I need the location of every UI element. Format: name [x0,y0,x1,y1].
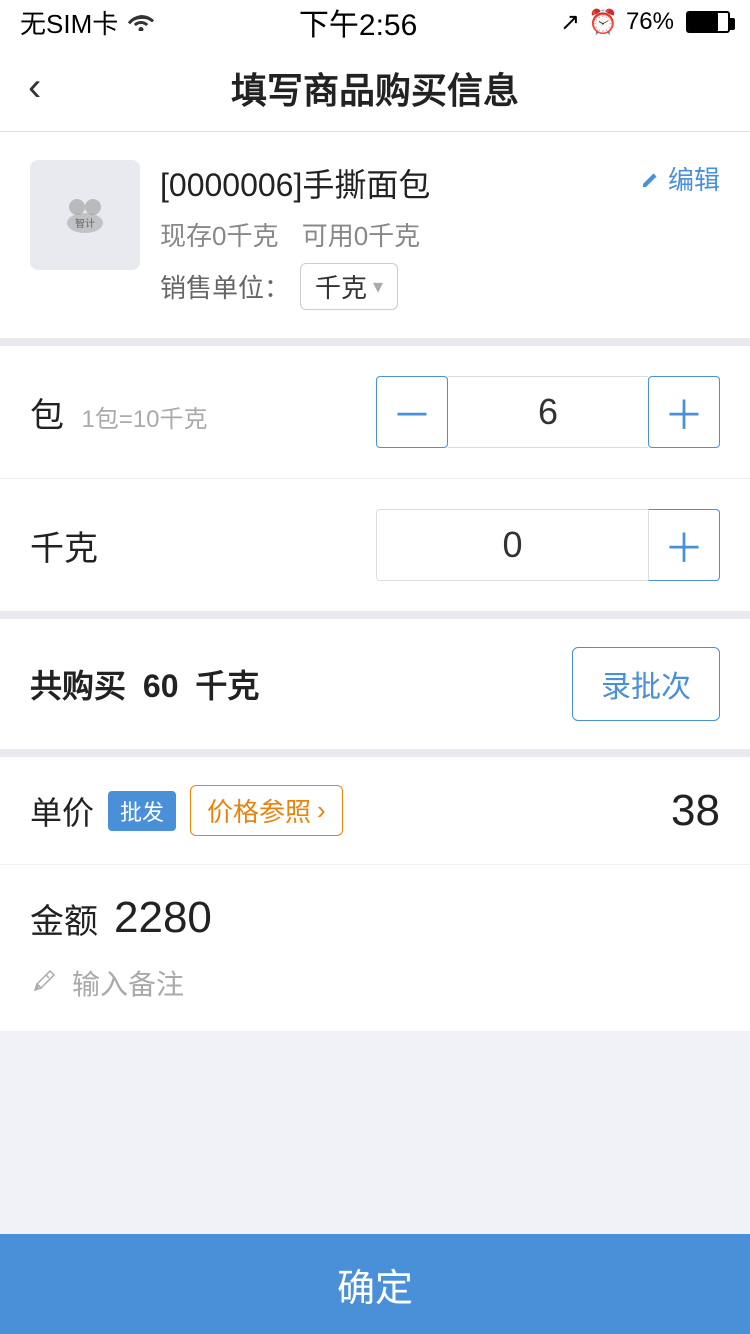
summary-section: 共购买 60 千克 录批次 [0,619,750,757]
quantity-section: 包 1包=10千克 － ＋ 千克 ＋ [0,346,750,619]
summary-text: 共购买 60 千克 [30,661,259,707]
wifi-icon [126,7,156,38]
product-card: 智计 [0000006]手撕面包 编辑 现存0千克 可用0千克 销售单位： 千克… [0,132,750,346]
product-name: [0000006]手撕面包 [160,160,430,206]
price-section: 单价 批发 价格参照 › 38 [0,757,750,865]
status-time: 下午2:56 [299,0,417,44]
nav-bar: ‹ 填写商品购买信息 [0,44,750,132]
battery-icon [686,11,730,33]
product-info: [0000006]手撕面包 编辑 现存0千克 可用0千克 销售单位： 千克 ▾ [160,160,720,310]
kg-row: 千克 ＋ [0,479,750,611]
page-title: 填写商品购买信息 [231,62,519,114]
amount-label: 金额 [30,894,98,943]
bao-row: 包 1包=10千克 － ＋ [0,346,750,479]
bao-input[interactable] [448,376,648,448]
bao-label: 包 1包=10千克 [30,388,376,437]
confirm-button[interactable]: 确定 [0,1234,750,1334]
pencil-icon [30,968,60,998]
price-ref-button[interactable]: 价格参照 › [190,785,343,836]
kg-label: 千克 [30,521,376,570]
alarm-icon: ⏰ [588,8,618,37]
batch-button[interactable]: 录批次 [572,647,720,721]
back-button[interactable]: ‹ [28,65,41,110]
status-bar: 无SIM卡 下午2:56 ↗ ⏰ 76% [0,0,750,44]
kg-controls: ＋ [376,509,720,581]
price-badge: 批发 [108,791,176,831]
price-row: 单价 批发 价格参照 › 38 [30,785,720,864]
bao-plus-button[interactable]: ＋ [648,376,720,448]
dropdown-icon: ▾ [373,274,383,299]
unit-select[interactable]: 千克 ▾ [300,263,398,310]
bao-minus-button[interactable]: － [376,376,448,448]
svg-text:智计: 智计 [75,217,95,230]
status-right: ↗ ⏰ 76% [560,8,730,37]
price-label: 单价 批发 价格参照 › [30,785,343,836]
bao-controls: － ＋ [376,376,720,448]
status-carrier: 无SIM卡 [20,4,156,41]
product-stock: 现存0千克 可用0千克 [160,216,720,253]
price-value: 38 [671,786,720,836]
edit-button[interactable]: 编辑 [640,160,720,197]
product-image: 智计 [30,160,140,270]
carrier-text: 无SIM卡 [20,4,118,41]
note-label: 输入备注 [72,963,184,1003]
amount-row: 金额 2280 [30,893,720,963]
amount-value: 2280 [114,893,212,943]
note-row[interactable]: 输入备注 [30,963,720,1031]
kg-input[interactable] [376,509,648,581]
product-unit: 销售单位： 千克 ▾ [160,263,720,310]
kg-plus-button[interactable]: ＋ [648,509,720,581]
battery-percent: 76% [626,8,674,36]
location-icon: ↗ [560,8,580,37]
amount-section: 金额 2280 输入备注 [0,865,750,1031]
